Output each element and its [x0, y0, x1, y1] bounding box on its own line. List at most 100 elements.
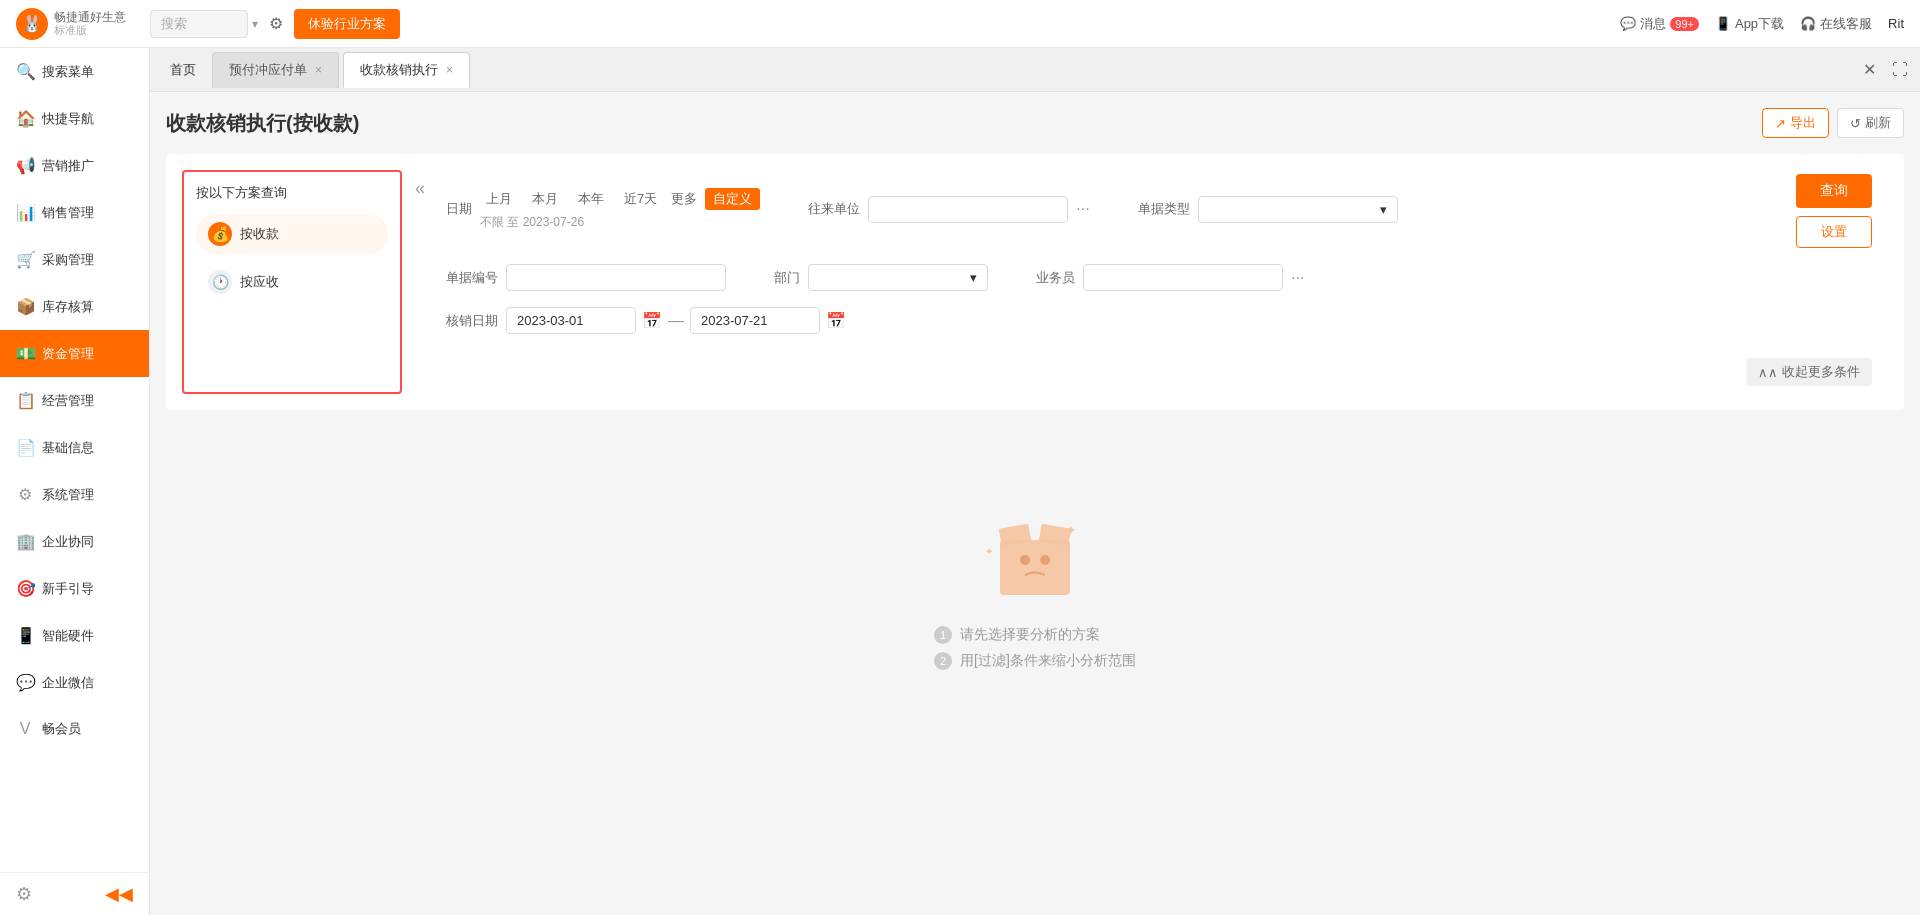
filter-left-title: 按以下方案查询	[196, 184, 388, 202]
sidebar-item-basic-info[interactable]: 📄 基础信息	[0, 424, 149, 471]
sidebar-item-quick-nav[interactable]: 🏠 快捷导航	[0, 95, 149, 142]
filter-row-2: 单据编号 部门 ▾ 业务员	[446, 264, 1872, 291]
tab-writeoff[interactable]: 收款核销执行 ×	[343, 52, 470, 88]
date-preset-this-year[interactable]: 本年	[572, 188, 610, 210]
sidebar-item-system[interactable]: ⚙ 系统管理	[0, 471, 149, 518]
calendar-end-icon[interactable]: 📅	[826, 311, 846, 330]
sidebar-item-member[interactable]: V 畅会员	[0, 706, 149, 752]
writeoff-date-start-input[interactable]: 2023-03-01	[506, 307, 636, 334]
industry-solution-button[interactable]: 休验行业方案	[294, 9, 400, 39]
tab-close-window-button[interactable]: ✕	[1859, 56, 1880, 83]
export-button[interactable]: ↗ 导出	[1762, 108, 1829, 138]
writeoff-date-end-input[interactable]: 2023-07-21	[690, 307, 820, 334]
date-presets-group: 上月 本月 本年 近7天 更多 自定义	[480, 188, 760, 210]
staff-input[interactable]	[1083, 264, 1283, 291]
sidebar-label-quick-nav: 快捷导航	[42, 110, 94, 128]
filter-row-3: 核销日期 2023-03-01 📅 — 2023-07-21 📅	[446, 307, 1872, 334]
inventory-icon: 📦	[16, 297, 34, 316]
dropdown-icon[interactable]: ▾	[252, 17, 258, 31]
svg-text:✦: ✦	[1065, 522, 1077, 538]
user-name: Rit	[1888, 16, 1904, 31]
date-custom[interactable]: 自定义	[705, 188, 760, 210]
sidebar-item-cooperation[interactable]: 🏢 企业协同	[0, 518, 149, 565]
sidebar-item-wechat[interactable]: 💬 企业微信	[0, 659, 149, 706]
search-bar: 搜索 ▾	[150, 10, 258, 38]
search-icon: 🔍	[16, 62, 34, 81]
refresh-button[interactable]: ↺ 刷新	[1837, 108, 1904, 138]
date-preset-this-month[interactable]: 本月	[526, 188, 564, 210]
date-preset-last-month[interactable]: 上月	[480, 188, 518, 210]
department-label: 部门	[774, 269, 800, 287]
staff-dots-icon[interactable]: ···	[1291, 269, 1304, 287]
tab2-label: 收款核销执行	[360, 61, 438, 79]
empty-tips: 1 请先选择要分析的方案 2 用[过滤]条件来缩小分析范围	[934, 626, 1136, 670]
date-preset-7days[interactable]: 近7天	[618, 188, 663, 210]
tab-bar-actions: ✕ ⛶	[1859, 56, 1912, 83]
tip-number-1: 1	[934, 626, 952, 644]
query-btn-group: 查询 设置	[1796, 170, 1872, 248]
message-item[interactable]: 💬 消息 99+	[1620, 15, 1699, 33]
sidebar-label-newbie: 新手引导	[42, 580, 94, 598]
main-layout: 🔍 搜索菜单 🏠 快捷导航 📢 营销推广 📊 销售管理 🛒 采购管理 📦 库存核…	[0, 48, 1920, 915]
tab-prepay[interactable]: 预付冲应付单 ×	[212, 52, 339, 88]
query-button[interactable]: 查询	[1796, 174, 1872, 208]
calendar-start-icon[interactable]: 📅	[642, 311, 662, 330]
date-label: 日期	[446, 200, 472, 218]
date-separator: —	[668, 312, 684, 330]
sidebar-label-search-menu: 搜索菜单	[42, 63, 94, 81]
top-bar: 🐰 畅捷通好生意 标准版 搜索 ▾ ⚙ 休验行业方案 💬 消息 99+ 📱 Ap…	[0, 0, 1920, 48]
counterparty-dots-icon[interactable]: ···	[1076, 200, 1089, 218]
purchase-icon: 🛒	[16, 250, 34, 269]
tab-maximize-button[interactable]: ⛶	[1888, 57, 1912, 83]
sidebar-item-sales[interactable]: 📊 销售管理	[0, 189, 149, 236]
user-item[interactable]: Rit	[1888, 16, 1904, 31]
sidebar-item-search-menu[interactable]: 🔍 搜索菜单	[0, 48, 149, 95]
date-presets-wrapper: 上月 本月 本年 近7天 更多 自定义 不限 至 2023-07-26	[480, 188, 760, 231]
filter-option-by-receipt[interactable]: 💰 按收款	[196, 214, 388, 254]
sidebar-item-finance[interactable]: 💵 资金管理	[0, 330, 149, 377]
empty-tip-2-text: 用[过滤]条件来缩小分析范围	[960, 652, 1136, 670]
settings-bottom-icon[interactable]: ⚙	[16, 883, 32, 905]
staff-label: 业务员	[1036, 269, 1075, 287]
smart-hw-icon: 📱	[16, 626, 34, 645]
tab2-close-icon[interactable]: ×	[446, 63, 453, 77]
voucher-no-input[interactable]	[506, 264, 726, 291]
sidebar-item-newbie[interactable]: 🎯 新手引导	[0, 565, 149, 612]
search-placeholder[interactable]: 搜索	[150, 10, 248, 38]
customer-service-item[interactable]: 🎧 在线客服	[1800, 15, 1872, 33]
svg-rect-0	[1000, 540, 1070, 595]
collapse-sidebar-icon[interactable]: ◀◀	[105, 883, 133, 905]
department-select[interactable]: ▾	[808, 264, 988, 291]
system-icon: ⚙	[16, 485, 34, 504]
filter-settings-button[interactable]: 设置	[1796, 216, 1872, 248]
page-title: 收款核销执行(按收款)	[166, 110, 359, 137]
sidebar-label-sales: 销售管理	[42, 204, 94, 222]
sidebar-label-inventory: 库存核算	[42, 298, 94, 316]
voucher-type-select[interactable]: ▾	[1198, 196, 1398, 223]
gear-icon[interactable]: ⚙	[266, 14, 286, 34]
filter-collapse-button[interactable]: «	[410, 174, 430, 203]
filter-option-by-receivable[interactable]: 🕐 按应收	[196, 262, 388, 302]
collapse-more-button[interactable]: ∧∧ 收起更多条件	[1746, 358, 1872, 386]
sidebar-item-purchase[interactable]: 🛒 采购管理	[0, 236, 149, 283]
sidebar-item-marketing[interactable]: 📢 营销推广	[0, 142, 149, 189]
sidebar-item-operation[interactable]: 📋 经营管理	[0, 377, 149, 424]
filter-option-receivable-label: 按应收	[240, 273, 279, 291]
page-header: 收款核销执行(按收款) ↗ 导出 ↺ 刷新	[166, 108, 1904, 138]
filter-row-1: 日期 上月 本月 本年 近7天 更多 自定义 不限 至	[446, 170, 1872, 248]
sidebar-item-smart-hw[interactable]: 📱 智能硬件	[0, 612, 149, 659]
tab-home[interactable]: 首页	[158, 61, 208, 79]
filter-option-receipt-label: 按收款	[240, 225, 279, 243]
empty-illustration: ✦ ✦	[975, 490, 1095, 610]
sales-icon: 📊	[16, 203, 34, 222]
home-icon: 🏠	[16, 109, 34, 128]
date-preset-more[interactable]: 更多	[671, 190, 697, 208]
service-icon: 🎧	[1800, 16, 1816, 31]
sidebar-label-system: 系统管理	[42, 486, 94, 504]
counterparty-input[interactable]	[868, 196, 1068, 223]
app-download-item[interactable]: 📱 App下载	[1715, 15, 1784, 33]
finance-icon: 💵	[16, 344, 34, 363]
sidebar-item-inventory[interactable]: 📦 库存核算	[0, 283, 149, 330]
tab1-close-icon[interactable]: ×	[315, 63, 322, 77]
filter-right-panel: 日期 上月 本月 本年 近7天 更多 自定义 不限 至	[430, 170, 1888, 394]
